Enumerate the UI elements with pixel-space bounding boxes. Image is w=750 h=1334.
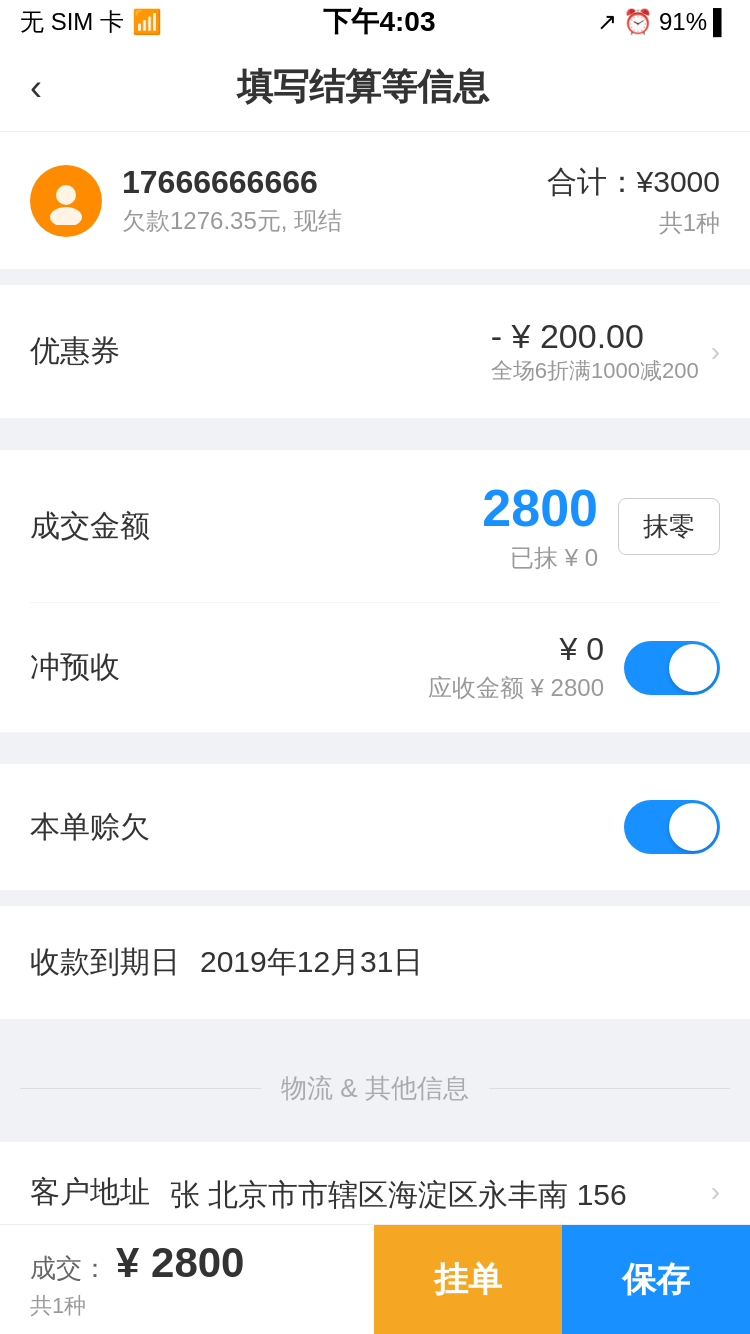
bottom-deal-label: 成交： — [30, 1251, 108, 1286]
prepaid-amount: ¥ 0 — [428, 631, 604, 668]
coupon-info: - ¥ 200.00 全场6折满1000减200 — [491, 317, 699, 386]
deal-value-group: 2800 已抹 ¥ 0 — [482, 478, 598, 574]
customer-info: 17666666666 欠款1276.35元, 现结 — [122, 164, 342, 237]
nav-bar: ‹ 填写结算等信息 — [0, 44, 750, 132]
round-button[interactable]: 抹零 — [618, 498, 720, 555]
logistics-divider: 物流 & 其他信息 — [0, 1051, 750, 1126]
prepaid-right: ¥ 0 应收金额 ¥ 2800 — [428, 631, 720, 704]
deal-sub: 已抹 ¥ 0 — [482, 542, 598, 574]
status-right: ↗ ⏰ 91% ▌ — [597, 8, 730, 36]
page-title: 填写结算等信息 — [62, 63, 664, 112]
section-divider-3 — [0, 1035, 750, 1051]
duedate-label: 收款到期日 — [30, 942, 180, 983]
battery-label: 91% — [659, 8, 707, 36]
deal-amount-label: 成交金额 — [30, 506, 150, 547]
deal-amount-value: 2800 — [482, 478, 598, 538]
debt-row: 本单赊欠 — [30, 764, 720, 890]
duedate-row: 收款到期日 2019年12月31日 — [30, 942, 720, 983]
prepaid-toggle[interactable] — [624, 641, 720, 695]
address-chevron-icon: › — [711, 1176, 720, 1208]
coupon-amount: - ¥ 200.00 — [491, 317, 699, 356]
customer-total: 合计：¥3000 — [547, 162, 720, 203]
prepaid-label: 冲预收 — [30, 647, 120, 688]
content: 17666666666 欠款1276.35元, 现结 合计：¥3000 共1种 … — [0, 132, 750, 1334]
duedate-section: 收款到期日 2019年12月31日 — [0, 906, 750, 1019]
bottom-deal: 成交： ¥ 2800 — [30, 1239, 344, 1287]
wifi-icon: 📶 — [132, 8, 162, 36]
prepaid-value-group: ¥ 0 应收金额 ¥ 2800 — [428, 631, 604, 704]
logistics-text: 物流 & 其他信息 — [281, 1071, 469, 1106]
bottom-bar: 成交： ¥ 2800 共1种 挂单 保存 — [0, 1224, 750, 1334]
status-left: 无 SIM 卡 📶 — [20, 6, 162, 38]
status-bar: 无 SIM 卡 📶 下午4:03 ↗ ⏰ 91% ▌ — [0, 0, 750, 44]
hold-button[interactable]: 挂单 — [374, 1225, 562, 1335]
battery-icon: ▌ — [713, 8, 730, 36]
avatar — [30, 165, 102, 237]
coupon-desc: 全场6折满1000减200 — [491, 356, 699, 386]
coupon-row[interactable]: 优惠券 - ¥ 200.00 全场6折满1000减200 › — [0, 285, 750, 418]
section-divider-2 — [0, 748, 750, 764]
customer-right: 合计：¥3000 共1种 — [547, 162, 720, 239]
alarm-icon: ⏰ — [623, 8, 653, 36]
sim-label: 无 SIM 卡 — [20, 6, 124, 38]
prepaid-sub: 应收金额 ¥ 2800 — [428, 672, 604, 704]
save-button[interactable]: 保存 — [562, 1225, 750, 1335]
toggle-knob — [669, 644, 717, 692]
customer-left: 17666666666 欠款1276.35元, 现结 — [30, 164, 342, 237]
location-icon: ↗ — [597, 8, 617, 36]
chevron-right-icon: › — [711, 336, 720, 368]
customer-count: 共1种 — [547, 207, 720, 239]
debt-toggle[interactable] — [624, 800, 720, 854]
prepaid-row: 冲预收 ¥ 0 应收金额 ¥ 2800 — [30, 603, 720, 732]
logistics-line-left — [20, 1088, 261, 1089]
debt-section: 本单赊欠 — [0, 764, 750, 890]
address-label: 客户地址 — [30, 1172, 150, 1213]
deal-section: 成交金额 2800 已抹 ¥ 0 抹零 冲预收 ¥ 0 应收金额 ¥ 2800 — [0, 450, 750, 732]
bottom-count: 共1种 — [30, 1291, 344, 1321]
bottom-deal-amount: ¥ 2800 — [116, 1239, 244, 1287]
svg-point-1 — [50, 207, 82, 225]
section-divider-1 — [0, 434, 750, 450]
status-time: 下午4:03 — [323, 3, 435, 41]
svg-point-0 — [56, 185, 76, 205]
customer-phone: 17666666666 — [122, 164, 342, 201]
logistics-line-right — [489, 1088, 730, 1089]
coupon-label: 优惠券 — [30, 331, 120, 372]
deal-right: 2800 已抹 ¥ 0 抹零 — [482, 478, 720, 574]
deal-amount-row: 成交金额 2800 已抹 ¥ 0 抹零 — [30, 450, 720, 603]
debt-toggle-knob — [669, 803, 717, 851]
bottom-summary: 成交： ¥ 2800 共1种 — [0, 1239, 374, 1321]
duedate-value: 2019年12月31日 — [200, 942, 423, 983]
debt-label: 本单赊欠 — [30, 807, 150, 848]
customer-sub: 欠款1276.35元, 现结 — [122, 205, 342, 237]
back-button[interactable]: ‹ — [30, 67, 42, 109]
coupon-right: - ¥ 200.00 全场6折满1000减200 › — [491, 317, 720, 386]
customer-card: 17666666666 欠款1276.35元, 现结 合计：¥3000 共1种 — [0, 132, 750, 269]
